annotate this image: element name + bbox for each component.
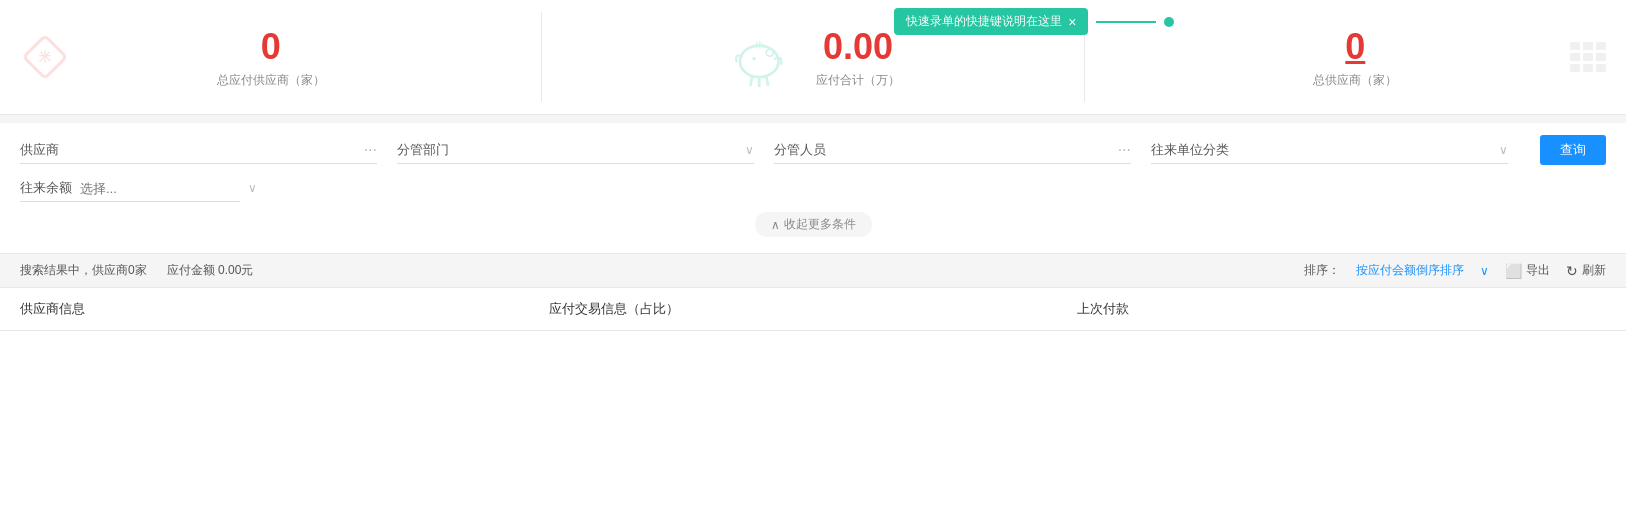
diamond-logo-icon: 米 xyxy=(20,32,70,82)
piggy-icon: 米 xyxy=(726,22,796,92)
person-input[interactable] xyxy=(834,142,1118,157)
refresh-btn[interactable]: ↻ 刷新 xyxy=(1566,262,1606,279)
tooltip-dot xyxy=(1164,17,1174,27)
collapse-label: 收起更多条件 xyxy=(784,216,856,233)
col-supplier-header: 供应商信息 xyxy=(20,300,549,318)
search-area: 供应商 ··· 分管部门 ∨ 分管人员 ··· 往来单位分类 ∨ 查询 往来余额 xyxy=(0,123,1626,254)
search-row-2: 往来余额 ∨ xyxy=(20,175,1606,202)
results-bar: 搜索结果中，供应商0家 应付金额 0.00元 排序： 按应付会额倒序排序 ∨ ⬜… xyxy=(0,254,1626,288)
tooltip-line xyxy=(1096,21,1156,23)
search-row-1: 供应商 ··· 分管部门 ∨ 分管人员 ··· 往来单位分类 ∨ 查询 xyxy=(20,135,1606,165)
svg-text:米: 米 xyxy=(38,50,52,64)
supplier-input[interactable] xyxy=(67,142,364,157)
balance-field[interactable]: 往来余额 ∨ xyxy=(20,175,240,202)
collapse-icon: ∧ xyxy=(771,218,780,232)
stat-payable-suppliers: 米 0 总应付供应商（家） xyxy=(0,12,542,102)
results-supplier-count: 搜索结果中，供应商0家 xyxy=(20,262,147,279)
person-label: 分管人员 xyxy=(774,141,826,159)
total-suppliers-number: 0 xyxy=(1313,25,1397,68)
export-icon: ⬜ xyxy=(1505,263,1522,279)
supplier-label: 供应商 xyxy=(20,141,59,159)
svg-point-3 xyxy=(766,49,773,56)
tooltip-text: 快速录单的快捷键说明在这里 xyxy=(906,13,1062,30)
balance-input[interactable] xyxy=(80,181,248,196)
results-amount: 应付金额 0.00元 xyxy=(167,262,254,279)
department-input[interactable] xyxy=(457,142,745,157)
total-suppliers-label: 总供应商（家） xyxy=(1313,72,1397,89)
refresh-icon: ↻ xyxy=(1566,263,1578,279)
export-btn[interactable]: ⬜ 导出 xyxy=(1505,262,1550,279)
department-arrow[interactable]: ∨ xyxy=(745,143,754,157)
payable-total-label: 应付合计（万） xyxy=(816,72,900,89)
building-icon xyxy=(1570,42,1606,72)
svg-line-4 xyxy=(750,76,752,85)
col-lastpay-header: 上次付款 xyxy=(1077,300,1606,318)
department-label: 分管部门 xyxy=(397,141,449,159)
sort-value[interactable]: 按应付会额倒序排序 xyxy=(1356,262,1464,279)
supplier-field[interactable]: 供应商 ··· xyxy=(20,137,377,164)
tooltip-close-btn[interactable]: × xyxy=(1068,14,1076,30)
tooltip-container: 快速录单的快捷键说明在这里 × xyxy=(894,8,1174,35)
unit-category-label: 往来单位分类 xyxy=(1151,141,1229,159)
table-header: 供应商信息 应付交易信息（占比） 上次付款 xyxy=(0,288,1626,331)
person-field[interactable]: 分管人员 ··· xyxy=(774,137,1131,164)
table-body xyxy=(0,331,1626,515)
supplier-dots[interactable]: ··· xyxy=(364,141,377,159)
sort-arrow[interactable]: ∨ xyxy=(1480,264,1489,278)
refresh-label: 刷新 xyxy=(1582,262,1606,279)
balance-label: 往来余额 xyxy=(20,179,72,197)
collapse-btn[interactable]: ∧ 收起更多条件 xyxy=(755,212,872,237)
tooltip-bubble: 快速录单的快捷键说明在这里 × xyxy=(894,8,1088,35)
payable-total-number: 0.00 xyxy=(823,25,893,68)
svg-line-6 xyxy=(766,76,768,85)
balance-arrow[interactable]: ∨ xyxy=(248,181,257,195)
search-button[interactable]: 查询 xyxy=(1540,135,1606,165)
results-bar-right: 排序： 按应付会额倒序排序 ∨ ⬜ 导出 ↻ 刷新 xyxy=(1304,262,1606,279)
col-transaction-header: 应付交易信息（占比） xyxy=(549,300,1078,318)
svg-point-7 xyxy=(752,57,756,61)
person-dots[interactable]: ··· xyxy=(1118,141,1131,159)
unit-category-input[interactable] xyxy=(1237,142,1499,157)
results-bar-left: 搜索结果中，供应商0家 应付金额 0.00元 xyxy=(20,262,253,279)
sort-prefix: 排序： xyxy=(1304,262,1340,279)
unit-category-arrow[interactable]: ∨ xyxy=(1499,143,1508,157)
top-stats-bar: 米 0 总应付供应商（家） 米 0.00 应付合计（万） 快速录单的快捷键说明在… xyxy=(0,0,1626,115)
department-field[interactable]: 分管部门 ∨ xyxy=(397,137,754,164)
payable-suppliers-label: 总应付供应商（家） xyxy=(217,72,325,89)
payable-suppliers-number: 0 xyxy=(217,25,325,68)
unit-category-field[interactable]: 往来单位分类 ∨ xyxy=(1151,137,1508,164)
export-label: 导出 xyxy=(1526,262,1550,279)
svg-text:米: 米 xyxy=(755,40,764,50)
